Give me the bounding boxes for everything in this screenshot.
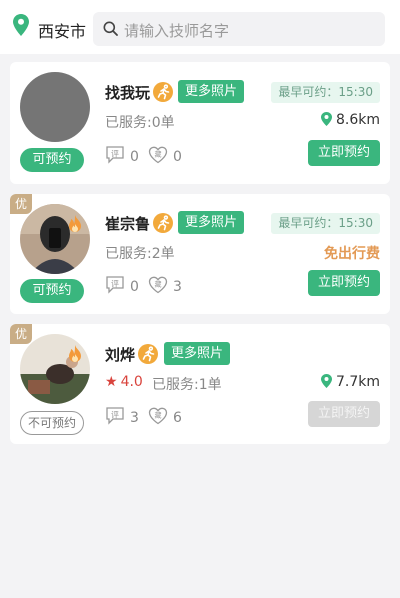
location-pin-icon[interactable] [13,14,29,36]
review-count-value: 3 [130,410,139,426]
premium-badge: 优 [10,194,32,214]
svg-text:评: 评 [111,280,119,289]
availability-badge: 不可预约 [20,411,84,435]
technician-card[interactable]: 优 可预约 崔宗鲁 更多照片 最早可约：15:30 已服务:2单 免出行费 评0… [10,194,390,314]
book-now-button[interactable]: 立即预约 [308,140,380,166]
search-input[interactable]: 请输入技师名字 [93,12,385,46]
technician-name: 找我玩 [105,84,151,102]
distance: 7.7km [320,374,380,390]
flame-icon [69,345,81,362]
review-icon: 评 [106,407,124,425]
favorite-count-value: 3 [173,279,182,295]
book-now-button[interactable]: 立即预约 [308,270,380,296]
free-travel-tag: 免出行费 [324,246,380,262]
avatar[interactable] [20,72,90,142]
svg-text:评: 评 [111,150,119,159]
technician-card[interactable]: 优 不可预约 刘烨 更多照片 ★ 4.0 已服务:1单 7.7km 评3 藏6 立… [10,324,390,444]
top-bar: 西安市 请输入技师名字 [0,0,400,54]
svg-text:评: 评 [111,411,119,420]
more-photos-button[interactable]: 更多照片 [178,211,245,234]
served-count: 已服务:0单 [105,115,175,131]
heart-icon: 藏 [148,146,168,164]
book-now-button-disabled[interactable]: 立即预约 [308,401,380,427]
served-count: 已服务:2单 [105,246,175,262]
location-pin-icon [320,112,332,126]
favorite-count[interactable]: 藏6 [148,407,182,426]
svg-text:藏: 藏 [155,411,162,420]
technician-card[interactable]: 可预约 找我玩 更多照片 最早可约：15:30 已服务:0单 8.6km 评0 … [10,62,390,184]
runner-icon [138,344,158,364]
star-icon: ★ [105,374,118,390]
location-pin-icon [320,374,332,388]
favorite-count-value: 6 [173,410,182,426]
flame-icon [69,215,81,232]
rating-value: 4.0 [120,374,143,390]
runner-icon [153,213,173,233]
distance-value: 7.7km [335,374,380,390]
favorite-count[interactable]: 藏0 [148,146,182,165]
favorite-count-value: 0 [173,149,182,165]
review-count[interactable]: 评3 [105,407,139,426]
heart-icon: 藏 [148,276,168,294]
distance-value: 8.6km [335,112,380,128]
search-icon [103,21,118,36]
city-selector[interactable]: 西安市 [38,18,86,42]
review-count[interactable]: 评0 [105,146,139,165]
favorite-count[interactable]: 藏3 [148,276,182,295]
runner-icon [153,82,173,102]
earliest-available: 最早可约：15:30 [271,213,380,234]
heart-icon: 藏 [148,407,168,425]
svg-text:藏: 藏 [155,280,162,289]
rating: ★ 4.0 [105,374,143,390]
review-count-value: 0 [130,149,139,165]
distance: 8.6km [320,112,380,128]
svg-text:藏: 藏 [155,150,162,159]
availability-badge: 可预约 [20,148,84,172]
technician-name: 刘烨 [105,346,136,364]
review-count[interactable]: 评0 [105,276,139,295]
technician-name: 崔宗鲁 [105,215,151,233]
premium-badge: 优 [10,324,32,344]
review-icon: 评 [106,276,124,294]
availability-badge: 可预约 [20,279,84,303]
review-icon: 评 [106,146,124,164]
review-count-value: 0 [130,279,139,295]
more-photos-button[interactable]: 更多照片 [164,342,231,365]
earliest-available: 最早可约：15:30 [271,82,380,103]
more-photos-button[interactable]: 更多照片 [178,80,245,103]
search-placeholder: 请输入技师名字 [124,22,230,40]
served-count: 已服务:1单 [152,377,222,393]
